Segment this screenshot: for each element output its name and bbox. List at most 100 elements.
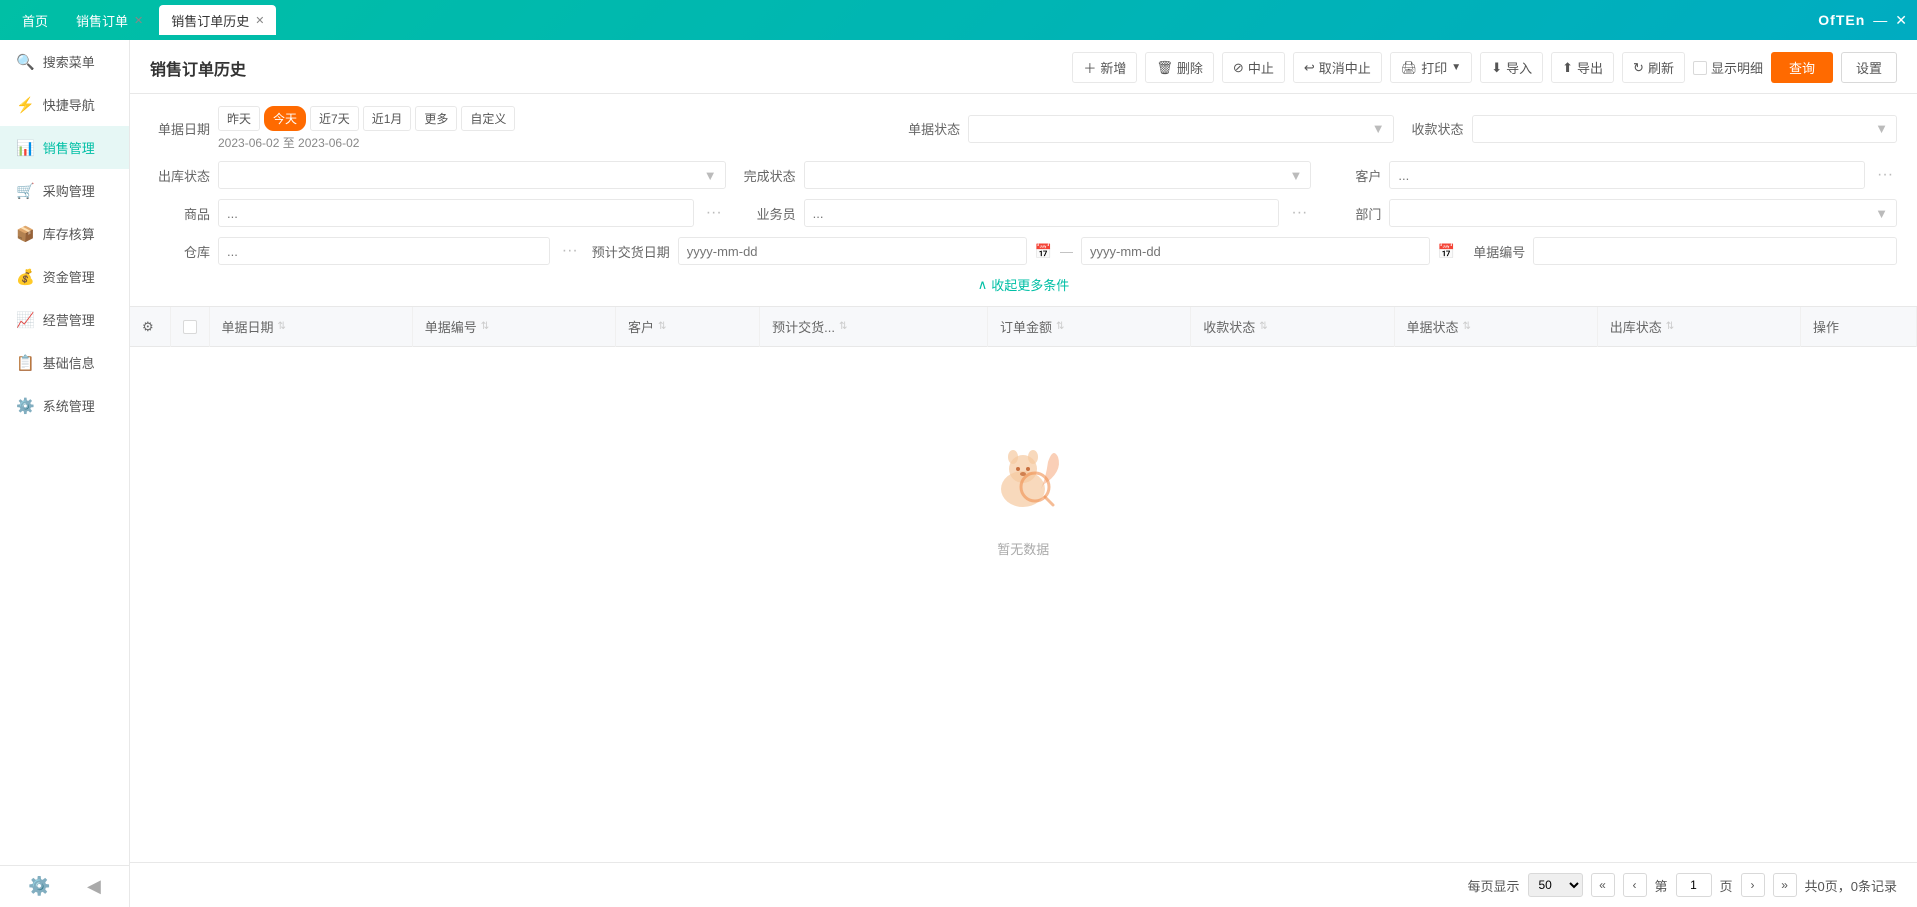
date-more-btn[interactable]: 更多 — [415, 106, 457, 131]
goods-label: 商品 — [150, 204, 210, 223]
tab-home[interactable]: 首页 — [10, 5, 60, 35]
sort-bill-no-icon[interactable]: ⇅ — [481, 321, 489, 332]
display-detail-checkbox[interactable] — [1693, 61, 1707, 75]
delete-button[interactable]: 🗑 删除 — [1145, 52, 1214, 83]
customer-input[interactable] — [1389, 161, 1865, 189]
settings-button[interactable]: 设置 — [1841, 52, 1897, 83]
payment-status-dropdown-icon: ▼ — [1875, 121, 1888, 136]
window-minimize[interactable]: — — [1873, 12, 1887, 28]
display-detail-label: 显示明细 — [1711, 58, 1763, 77]
goods-input[interactable] — [218, 199, 694, 227]
th-order-amount[interactable]: 订单金额 ⇅ — [988, 307, 1191, 347]
sort-customer-icon[interactable]: ⇅ — [658, 321, 666, 332]
import-button[interactable]: ⬇ 导入 — [1480, 52, 1543, 83]
page-size-select[interactable]: 50 20 100 — [1528, 873, 1583, 897]
sidebar-item-sys-mgmt[interactable]: ⚙️ 系统管理 — [0, 384, 129, 427]
tab-sales-order-history-close[interactable]: ✕ — [255, 14, 264, 27]
sort-payment-status-icon[interactable]: ⇅ — [1259, 321, 1267, 332]
select-all-checkbox[interactable] — [183, 320, 197, 334]
last-page-button[interactable]: » — [1773, 873, 1797, 897]
page-number-input[interactable]: 1 — [1676, 873, 1712, 897]
dept-select[interactable]: ▼ — [1389, 199, 1897, 227]
new-label: 新增 — [1100, 58, 1126, 77]
refresh-button[interactable]: ↻ 刷新 — [1622, 52, 1685, 83]
th-bill-date[interactable]: 单据日期 ⇅ — [209, 307, 412, 347]
salesperson-input[interactable] — [804, 199, 1280, 227]
warehouse-more-icon[interactable]: ··· — [558, 242, 582, 260]
customer-more-icon[interactable]: ··· — [1873, 166, 1897, 184]
export-button[interactable]: ⬆ 导出 — [1551, 52, 1614, 83]
collapse-filters[interactable]: ∧ 收起更多条件 — [150, 275, 1897, 294]
th-customer[interactable]: 客户 ⇅ — [616, 307, 760, 347]
date-custom-btn[interactable]: 自定义 — [461, 106, 515, 131]
th-bill-no-label: 单据编号 — [425, 317, 477, 336]
th-expected-delivery[interactable]: 预计交货... ⇅ — [760, 307, 988, 347]
sidebar-settings-icon[interactable]: ⚙️ — [28, 876, 50, 897]
tab-sales-order-close[interactable]: ✕ — [134, 14, 143, 27]
goods-more-icon[interactable]: ··· — [702, 204, 726, 222]
date-last7-btn[interactable]: 近7天 — [310, 106, 359, 131]
salesperson-more-icon[interactable]: ··· — [1287, 204, 1311, 222]
sidebar-item-inventory[interactable]: 📦 库存核算 — [0, 212, 129, 255]
th-bill-status[interactable]: 单据状态 ⇅ — [1394, 307, 1597, 347]
expected-date-col: 预计交货日期 📅 — 📅 — [592, 237, 1456, 265]
total-text: 共0页，0条记录 — [1805, 876, 1897, 895]
page-size-label: 每页显示 — [1467, 876, 1519, 895]
th-out-status[interactable]: 出库状态 ⇅ — [1597, 307, 1800, 347]
calendar-from-icon[interactable]: 📅 — [1035, 243, 1052, 260]
toolbar: ＋ 新增 🗑 删除 ⊘ 中止 ↩ 取消中止 — [1072, 52, 1897, 83]
empty-state: 暂无数据 — [130, 347, 1917, 638]
sidebar-item-operations[interactable]: 📈 经营管理 — [0, 298, 129, 341]
expected-date-to[interactable] — [1081, 237, 1430, 265]
sidebar-item-quick-nav-label: 快捷导航 — [43, 95, 95, 114]
display-detail-toggle[interactable]: 显示明细 — [1693, 58, 1763, 77]
stop-label: 中止 — [1248, 58, 1274, 77]
tab-sales-order-history-label: 销售订单历史 — [171, 11, 249, 30]
sort-bill-date-icon[interactable]: ⇅ — [278, 321, 286, 332]
customer-col: 客户 ··· — [1321, 161, 1897, 189]
prev-page-button[interactable]: ‹ — [1623, 873, 1647, 897]
sidebar-item-finance[interactable]: 💰 资金管理 — [0, 255, 129, 298]
bill-no-input[interactable] — [1533, 237, 1897, 265]
tab-sales-order[interactable]: 销售订单 ✕ — [64, 5, 155, 35]
sys-mgmt-icon: ⚙️ — [16, 397, 35, 415]
complete-status-select[interactable]: ▼ — [804, 161, 1312, 189]
sidebar-item-search-menu[interactable]: 🔍 搜索菜单 — [0, 40, 129, 83]
date-last-month-btn[interactable]: 近1月 — [363, 106, 412, 131]
sidebar-collapse-icon[interactable]: ◀ — [87, 876, 101, 897]
payment-status-select[interactable]: ▼ — [1472, 115, 1897, 143]
th-payment-status-label: 收款状态 — [1203, 317, 1255, 336]
sidebar-item-purchase-mgmt[interactable]: 🛒 采购管理 — [0, 169, 129, 212]
sidebar-item-sales-mgmt[interactable]: 📊 销售管理 — [0, 126, 129, 169]
expected-date-label: 预计交货日期 — [592, 242, 670, 261]
sidebar-item-quick-nav[interactable]: ⚡ 快捷导航 — [0, 83, 129, 126]
sort-out-status-icon[interactable]: ⇅ — [1666, 321, 1674, 332]
query-button[interactable]: 查询 — [1771, 52, 1833, 83]
calendar-to-icon[interactable]: 📅 — [1438, 243, 1455, 260]
window-close[interactable]: ✕ — [1895, 12, 1907, 29]
first-page-button[interactable]: « — [1591, 873, 1615, 897]
sort-expected-delivery-icon[interactable]: ⇅ — [839, 321, 847, 332]
th-payment-status[interactable]: 收款状态 ⇅ — [1191, 307, 1394, 347]
sort-order-amount-icon[interactable]: ⇅ — [1056, 321, 1064, 332]
th-settings[interactable]: ⚙ — [130, 307, 170, 347]
print-button[interactable]: 🖨 打印 ▼ — [1390, 52, 1472, 83]
warehouse-input[interactable] — [218, 237, 550, 265]
sort-bill-status-icon[interactable]: ⇅ — [1463, 321, 1471, 332]
cancel-stop-button[interactable]: ↩ 取消中止 — [1293, 52, 1382, 83]
th-bill-no[interactable]: 单据编号 ⇅ — [412, 307, 615, 347]
out-status-select[interactable]: ▼ — [218, 161, 726, 189]
new-button[interactable]: ＋ 新增 — [1072, 52, 1137, 83]
date-today-btn[interactable]: 今天 — [264, 106, 306, 131]
stop-button[interactable]: ⊘ 中止 — [1222, 52, 1285, 83]
sales-mgmt-icon: 📊 — [16, 139, 35, 157]
tab-sales-order-history[interactable]: 销售订单历史 ✕ — [159, 5, 276, 35]
date-yesterday-btn[interactable]: 昨天 — [218, 106, 260, 131]
bill-status-select[interactable]: ▼ — [968, 115, 1393, 143]
table-settings-icon[interactable]: ⚙ — [142, 319, 154, 334]
th-checkbox[interactable] — [170, 307, 209, 347]
expected-date-from[interactable] — [678, 237, 1027, 265]
sidebar-item-basic-info[interactable]: 📋 基础信息 — [0, 341, 129, 384]
sidebar-item-sales-mgmt-label: 销售管理 — [43, 138, 95, 157]
next-page-button[interactable]: › — [1741, 873, 1765, 897]
